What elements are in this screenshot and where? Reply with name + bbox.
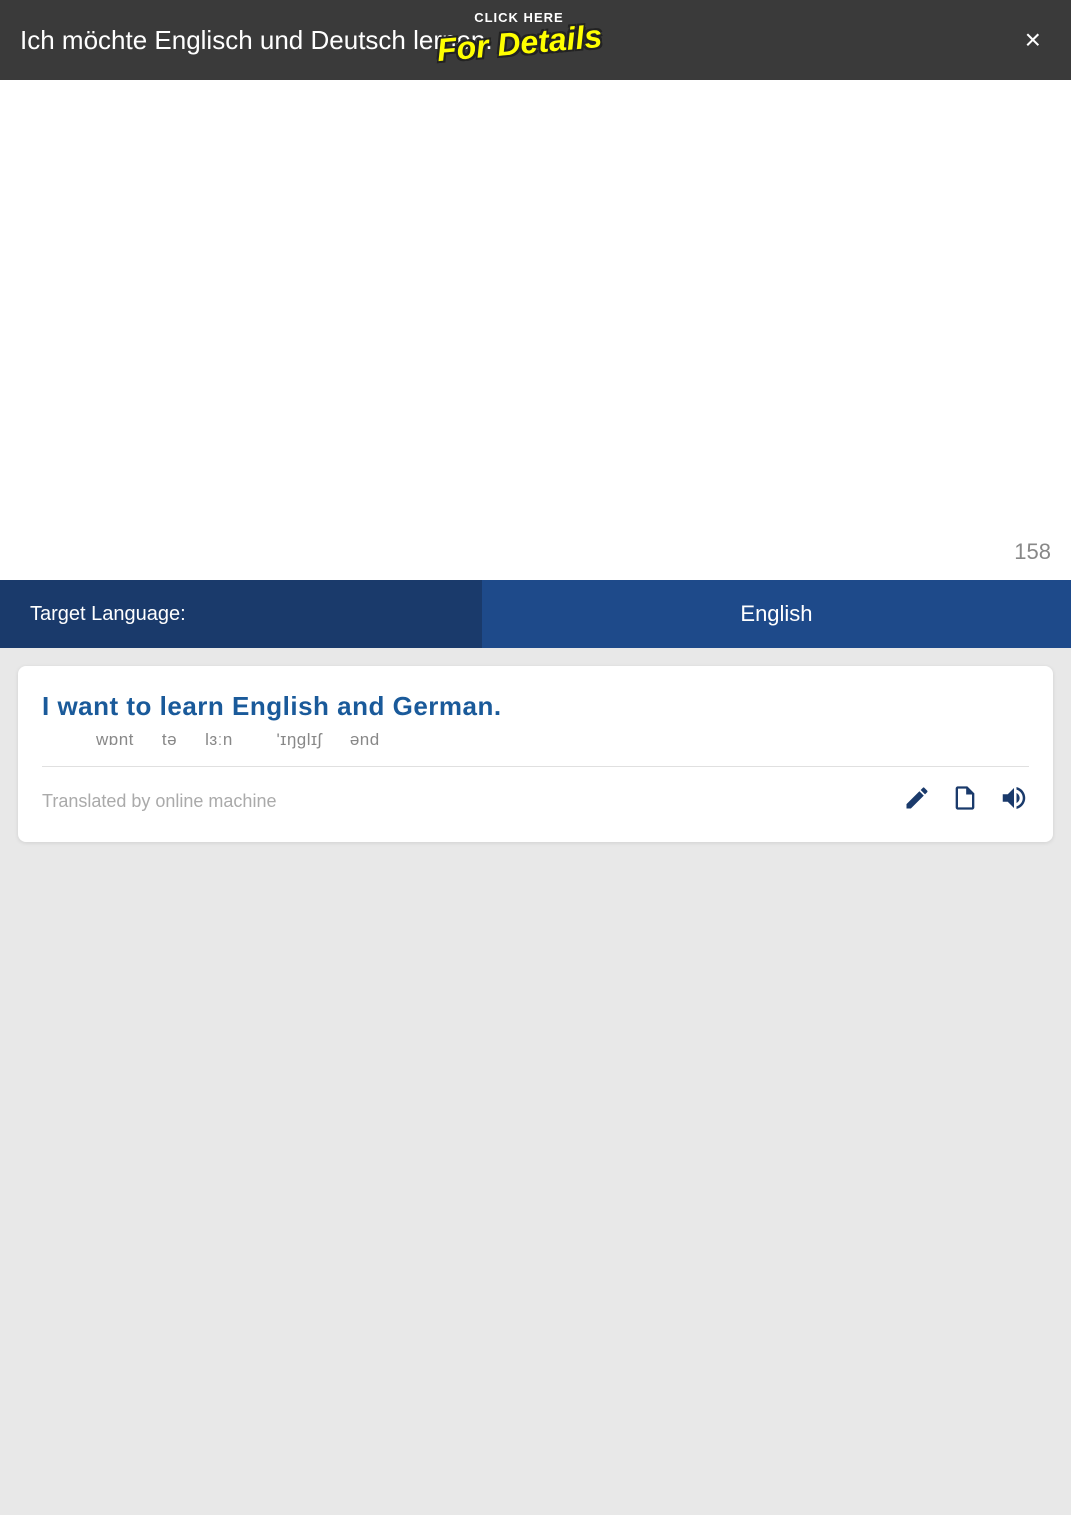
translated-sentence: I want to learn English and German.: [42, 688, 1029, 724]
top-bar: Ich möchte Englisch und Deutsch lernen. …: [0, 0, 1071, 80]
phonetic-word-2: tə: [162, 730, 177, 750]
action-icons: [903, 783, 1029, 820]
translated-by: Translated by online machine: [42, 791, 276, 812]
divider: [42, 766, 1029, 767]
translation-card: I want to learn English and German. wɒnt…: [18, 666, 1053, 842]
phonetic-word-4: 'ɪŋglɪʃ: [261, 730, 322, 750]
sound-icon[interactable]: [999, 783, 1029, 820]
for-details-label: For Details: [435, 20, 603, 66]
content-area: 158: [0, 80, 1071, 580]
phonetic-word-3: lɜːn: [205, 730, 233, 750]
document-icon[interactable]: [951, 784, 979, 819]
phonetic-word-5: ənd: [350, 730, 380, 750]
target-language-value[interactable]: English: [482, 580, 1071, 648]
page-number: 158: [1014, 539, 1051, 565]
target-language-bar: Target Language: English: [0, 580, 1071, 648]
translation-footer: Translated by online machine: [42, 783, 1029, 820]
phonetics-row: wɒnt tə lɜːn 'ɪŋglɪʃ ənd: [42, 730, 1029, 750]
edit-icon[interactable]: [903, 784, 931, 819]
phonetic-word-1: wɒnt: [96, 730, 134, 750]
click-banner[interactable]: CLICK HERE For Details: [436, 10, 601, 59]
bottom-area: [0, 860, 1071, 1460]
close-button[interactable]: ×: [1015, 21, 1051, 59]
target-language-label: Target Language:: [0, 603, 482, 626]
